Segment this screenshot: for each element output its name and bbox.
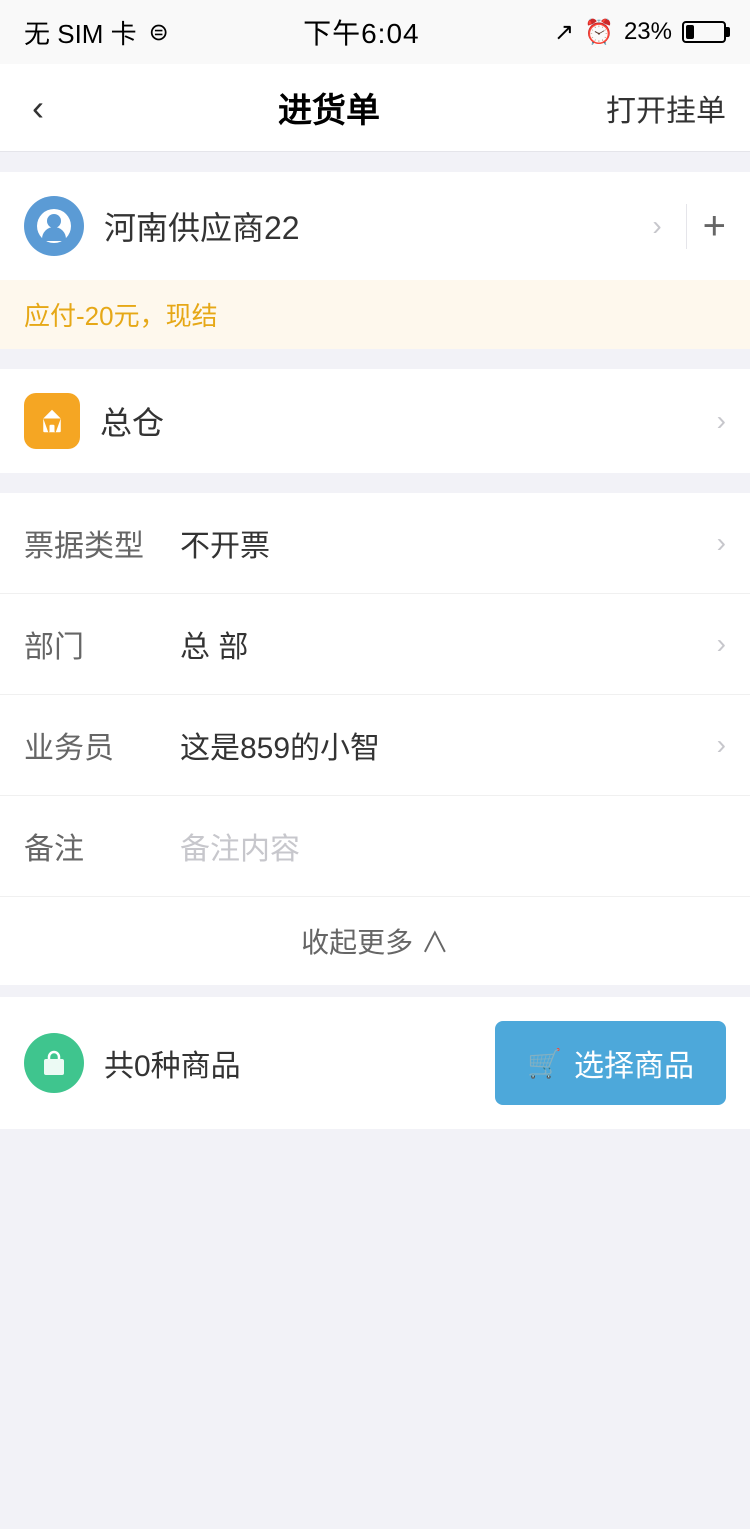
- section-gap-2: [0, 349, 750, 369]
- status-right: ↗ ⏰ 23%: [554, 18, 726, 47]
- alarm-icon: ⏰: [584, 18, 614, 47]
- supplier-name: 河南供应商22: [104, 203, 652, 249]
- goods-icon: [24, 1033, 84, 1093]
- goods-bag-icon: [38, 1047, 70, 1079]
- supplier-add-button[interactable]: +: [686, 204, 726, 249]
- invoice-chevron-icon: ›: [717, 527, 726, 559]
- supplier-card: 河南供应商22 › + 应付-20元，现结: [0, 172, 750, 349]
- warehouse-row[interactable]: 总仓 ›: [0, 369, 750, 473]
- remark-row[interactable]: 备注 备注内容: [0, 796, 750, 896]
- salesman-label: 业务员: [24, 723, 164, 767]
- warehouse-icon: [24, 393, 80, 449]
- invoice-label: 票据类型: [24, 521, 164, 565]
- goods-count: 共0种商品: [104, 1041, 495, 1085]
- wifi-icon: ⊜: [149, 18, 169, 47]
- nav-bar: ‹ 进货单 打开挂单: [0, 64, 750, 152]
- location-icon: ↗: [554, 18, 574, 47]
- collapse-button[interactable]: 收起更多 ∧: [0, 896, 750, 985]
- warehouse-card: 总仓 ›: [0, 369, 750, 473]
- invoice-row[interactable]: 票据类型 不开票 ›: [0, 493, 750, 594]
- page-background: [0, 1129, 750, 1529]
- select-goods-icon: 🛒: [527, 1047, 562, 1080]
- status-time: 下午6:04: [303, 12, 420, 52]
- page-title: 进货单: [278, 83, 380, 132]
- select-goods-button[interactable]: 🛒 选择商品: [495, 1021, 726, 1105]
- back-button[interactable]: ‹: [24, 79, 52, 137]
- department-value: 总 部: [164, 622, 717, 666]
- salesman-value: 这是859的小智: [164, 723, 717, 767]
- section-gap-3: [0, 473, 750, 493]
- avatar-icon: [37, 209, 71, 243]
- supplier-chevron-icon: ›: [652, 210, 661, 242]
- carrier-text: 无 SIM 卡: [24, 14, 137, 51]
- house-svg-icon: [37, 406, 67, 436]
- bottom-section: 共0种商品 🛒 选择商品: [0, 985, 750, 1129]
- battery-icon: [682, 21, 726, 43]
- section-gap-1: [0, 152, 750, 172]
- supplier-notice: 应付-20元，现结: [0, 280, 750, 349]
- remark-input[interactable]: 备注内容: [164, 824, 726, 868]
- remark-label: 备注: [24, 824, 164, 868]
- warehouse-name: 总仓: [100, 398, 717, 444]
- department-chevron-icon: ›: [717, 628, 726, 660]
- status-carrier: 无 SIM 卡 ⊜: [24, 14, 169, 51]
- warehouse-chevron-icon: ›: [717, 405, 726, 437]
- supplier-row[interactable]: 河南供应商22 › +: [0, 172, 750, 280]
- salesman-row[interactable]: 业务员 这是859的小智 ›: [0, 695, 750, 796]
- department-row[interactable]: 部门 总 部 ›: [0, 594, 750, 695]
- department-label: 部门: [24, 622, 164, 666]
- collapse-label: 收起更多 ∧: [301, 921, 449, 961]
- form-section: 票据类型 不开票 › 部门 总 部 › 业务员 这是859的小智 › 备注 备注…: [0, 493, 750, 896]
- supplier-avatar: [24, 196, 84, 256]
- salesman-chevron-icon: ›: [717, 729, 726, 761]
- open-pending-button[interactable]: 打开挂单: [606, 86, 726, 130]
- select-goods-label: 选择商品: [574, 1041, 694, 1085]
- battery-percent: 23%: [624, 18, 672, 46]
- invoice-value: 不开票: [164, 521, 717, 565]
- status-bar: 无 SIM 卡 ⊜ 下午6:04 ↗ ⏰ 23%: [0, 0, 750, 64]
